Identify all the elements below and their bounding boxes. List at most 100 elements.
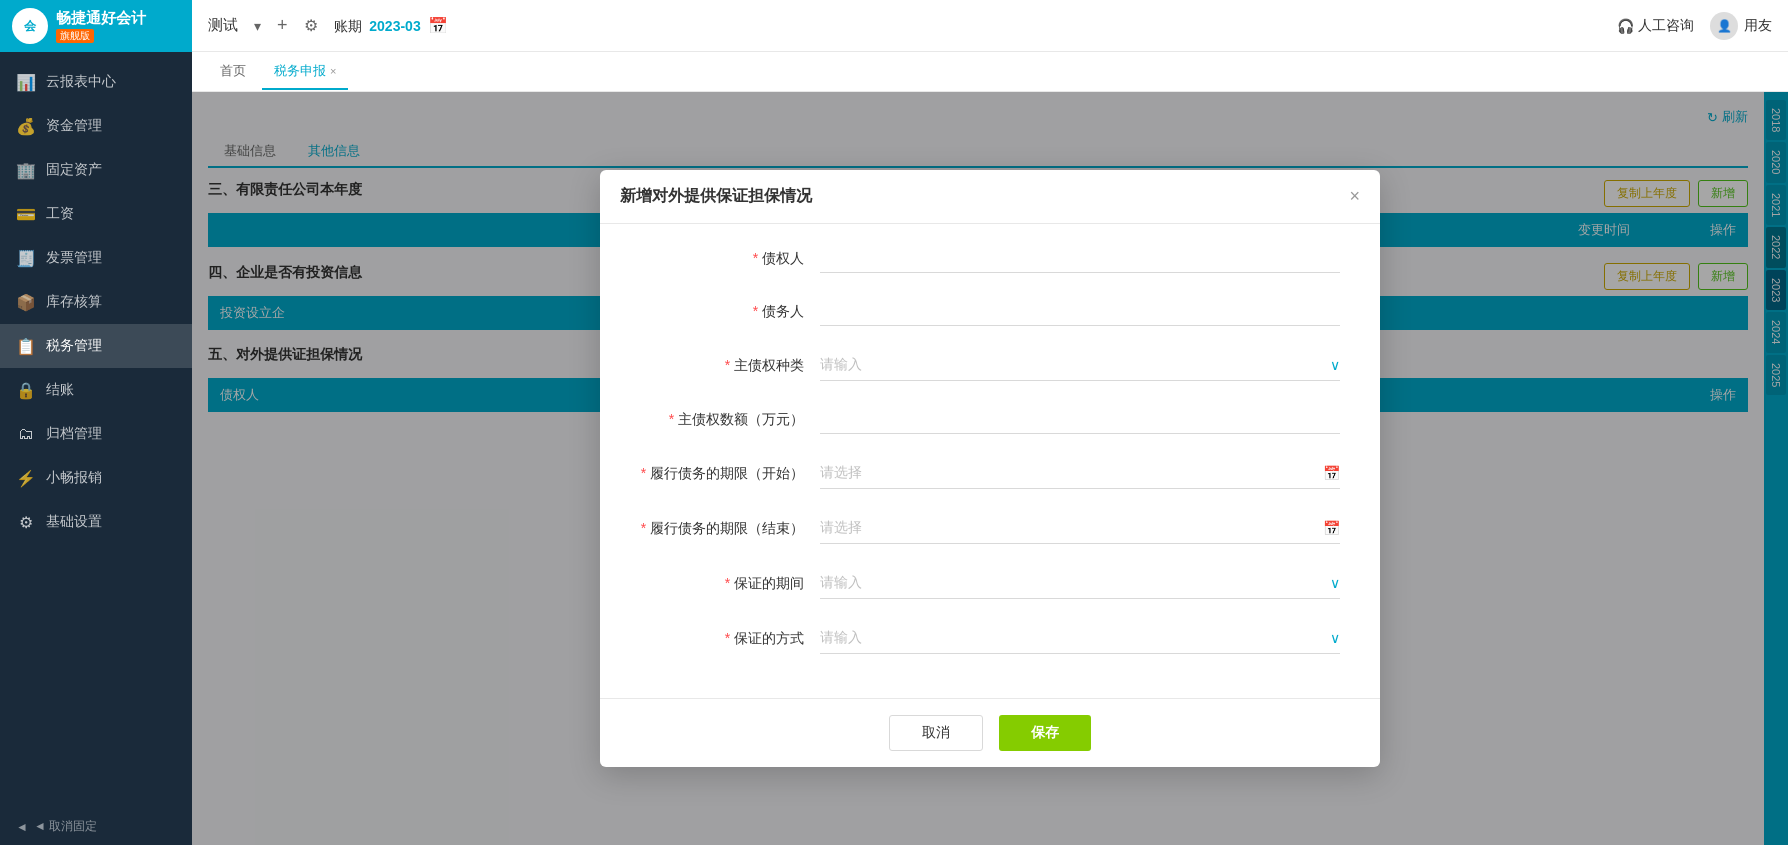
modal-title: 新增对外提供保证担保情况 (620, 186, 812, 207)
form-row-credit-amount: * 主债权数额（万元） (640, 405, 1340, 434)
add-button[interactable]: + (277, 15, 288, 36)
save-button[interactable]: 保存 (999, 715, 1091, 751)
closing-icon: 🔒 (16, 380, 36, 400)
company-dropdown-chevron[interactable]: ▾ (254, 18, 261, 34)
logo-text: 畅捷通好会计 旗舰版 (56, 9, 146, 43)
chevron-down-icon-guarantee-period: ∨ (1330, 575, 1340, 591)
xiaochang-icon: ⚡ (16, 468, 36, 488)
sidebar-label-fixed-asset: 固定资产 (46, 161, 102, 179)
select-credit-type[interactable]: 请输入 ∨ (820, 350, 1340, 381)
label-guarantee-method: * 保证的方式 (640, 630, 820, 648)
sidebar-label-fund: 资金管理 (46, 117, 102, 135)
sidebar-collapse-button[interactable]: ◄ ◄ 取消固定 (0, 808, 192, 845)
label-creditor: * 债权人 (640, 250, 820, 268)
sidebar-item-invoice[interactable]: 🧾 发票管理 (0, 236, 192, 280)
form-row-period-end: * 履行债务的期限（结束） 请选择 📅 (640, 513, 1340, 544)
sidebar-item-cloud-report[interactable]: 📊 云报表中心 (0, 60, 192, 104)
sidebar-item-fixed-asset[interactable]: 🏢 固定资产 (0, 148, 192, 192)
sidebar-item-base-settings[interactable]: ⚙ 基础设置 (0, 500, 192, 544)
label-period-start: * 履行债务的期限（开始） (640, 465, 820, 483)
date-placeholder-start: 请选择 (820, 464, 862, 482)
logo-main-text: 畅捷通好会计 (56, 9, 146, 27)
label-period-end: * 履行债务的期限（结束） (640, 520, 820, 538)
tab-home[interactable]: 首页 (208, 54, 258, 90)
form-row-guarantee-period: * 保证的期间 请输入 ∨ (640, 568, 1340, 599)
label-credit-type: * 主债权种类 (640, 357, 820, 375)
user-avatar-icon: 👤 (1717, 19, 1732, 33)
sidebar-item-tax[interactable]: 📋 税务管理 (0, 324, 192, 368)
headset-icon: 🎧 (1617, 18, 1634, 34)
select-guarantee-period-placeholder: 请输入 (820, 574, 862, 592)
select-guarantee-period[interactable]: 请输入 ∨ (820, 568, 1340, 599)
cloud-report-icon: 📊 (16, 72, 36, 92)
modal-body: * 债权人 * 债务人 (600, 224, 1380, 698)
date-placeholder-end: 请选择 (820, 519, 862, 537)
main-area: 测试 ▾ + ⚙ 账期 2023-03 📅 🎧 人工咨询 👤 用友 (192, 0, 1788, 845)
modal-close-button[interactable]: × (1349, 186, 1360, 207)
label-credit-amount: * 主债权数额（万元） (640, 411, 820, 429)
sidebar-label-tax: 税务管理 (46, 337, 102, 355)
modal-add-guarantee: 新增对外提供保证担保情况 × * 债权人 (600, 170, 1380, 767)
base-settings-icon: ⚙ (16, 512, 36, 532)
select-guarantee-method[interactable]: 请输入 ∨ (820, 623, 1340, 654)
sidebar-label-salary: 工资 (46, 205, 74, 223)
sidebar-item-xiaochang[interactable]: ⚡ 小畅报销 (0, 456, 192, 500)
label-debtor: * 债务人 (640, 303, 820, 321)
form-row-credit-type: * 主债权种类 请输入 ∨ (640, 350, 1340, 381)
select-guarantee-method-placeholder: 请输入 (820, 629, 862, 647)
inventory-icon: 📦 (16, 292, 36, 312)
invoice-icon: 🧾 (16, 248, 36, 268)
sidebar-item-archive[interactable]: 🗂 归档管理 (0, 412, 192, 456)
sidebar-label-inventory: 库存核算 (46, 293, 102, 311)
date-picker-period-end[interactable]: 请选择 📅 (820, 513, 1340, 544)
sidebar-label-cloud-report: 云报表中心 (46, 73, 116, 91)
logo-badge: 旗舰版 (56, 29, 94, 43)
tab-close-tax-report[interactable]: × (330, 65, 336, 77)
chevron-down-icon-credit-type: ∨ (1330, 357, 1340, 373)
content-area: ↻ 刷新 基础信息 其他信息 (192, 92, 1788, 845)
input-creditor[interactable] (820, 244, 1340, 273)
sidebar-logo: 会 畅捷通好会计 旗舰版 (0, 0, 192, 52)
calendar-icon[interactable]: 📅 (428, 17, 448, 34)
sidebar-item-closing[interactable]: 🔒 结账 (0, 368, 192, 412)
user-menu[interactable]: 👤 用友 (1710, 12, 1772, 40)
fixed-asset-icon: 🏢 (16, 160, 36, 180)
content-wrapper: 首页 税务申报 × ↻ 刷新 (192, 52, 1788, 845)
date-picker-period-start[interactable]: 请选择 📅 (820, 458, 1340, 489)
form-row-debtor: * 债务人 (640, 297, 1340, 326)
input-debtor[interactable] (820, 297, 1340, 326)
app-shell: 会 畅捷通好会计 旗舰版 📊 云报表中心 💰 资金管理 🏢 固定资产 💳 (0, 0, 1788, 845)
logo-icon: 会 (12, 8, 48, 44)
header-right: 🎧 人工咨询 👤 用友 (1617, 12, 1772, 40)
sidebar-label-xiaochang: 小畅报销 (46, 469, 102, 487)
sidebar-label-archive: 归档管理 (46, 425, 102, 443)
cancel-button[interactable]: 取消 (889, 715, 983, 751)
sidebar-item-fund[interactable]: 💰 资金管理 (0, 104, 192, 148)
input-credit-amount[interactable] (820, 405, 1340, 434)
form-row-guarantee-method: * 保证的方式 请输入 ∨ (640, 623, 1340, 654)
sidebar-label-base-settings: 基础设置 (46, 513, 102, 531)
sidebar-item-salary[interactable]: 💳 工资 (0, 192, 192, 236)
modal-footer: 取消 保存 (600, 698, 1380, 767)
modal-overlay: 新增对外提供保证担保情况 × * 债权人 (192, 92, 1788, 845)
sidebar-label-closing: 结账 (46, 381, 74, 399)
support-button[interactable]: 🎧 人工咨询 (1617, 17, 1694, 35)
tab-bar: 首页 税务申报 × (192, 52, 1788, 92)
period-label: 账期 2023-03 📅 (334, 16, 449, 36)
sidebar: 会 畅捷通好会计 旗舰版 📊 云报表中心 💰 资金管理 🏢 固定资产 💳 (0, 0, 192, 845)
avatar: 👤 (1710, 12, 1738, 40)
settings-icon[interactable]: ⚙ (304, 16, 318, 35)
salary-icon: 💳 (16, 204, 36, 224)
sidebar-nav: 📊 云报表中心 💰 资金管理 🏢 固定资产 💳 工资 🧾 发票管理 📦 (0, 52, 192, 808)
form-row-period-start: * 履行债务的期限（开始） 请选择 📅 (640, 458, 1340, 489)
tab-tax-report[interactable]: 税务申报 × (262, 54, 348, 90)
tax-icon: 📋 (16, 336, 36, 356)
form-row-creditor: * 债权人 (640, 244, 1340, 273)
calendar-icon-end: 📅 (1323, 520, 1340, 536)
company-name: 测试 (208, 16, 238, 35)
select-credit-type-placeholder: 请输入 (820, 356, 862, 374)
modal-header: 新增对外提供保证担保情况 × (600, 170, 1380, 224)
sidebar-label-invoice: 发票管理 (46, 249, 102, 267)
top-header: 测试 ▾ + ⚙ 账期 2023-03 📅 🎧 人工咨询 👤 用友 (192, 0, 1788, 52)
sidebar-item-inventory[interactable]: 📦 库存核算 (0, 280, 192, 324)
